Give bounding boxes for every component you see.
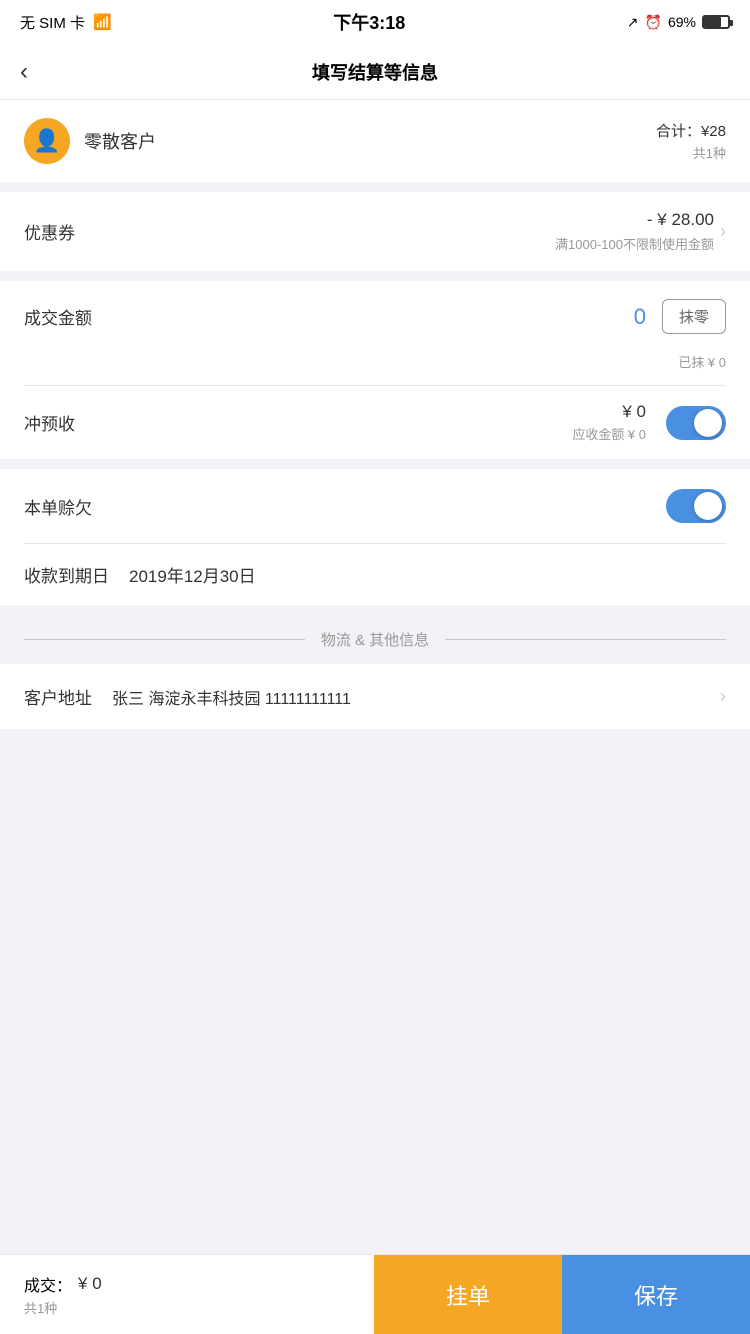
total-label: 合计：¥28 bbox=[656, 120, 726, 141]
deal-amount-value: 0 bbox=[634, 304, 646, 330]
duedate-row: 收款到期日 2019年12月30日 bbox=[0, 544, 750, 605]
debt-row: 本单赊欠 bbox=[0, 469, 750, 543]
time-label: 下午3:18 bbox=[333, 9, 405, 35]
total-count: 共1种 bbox=[656, 143, 726, 162]
logistics-header-text: 物流 & 其他信息 bbox=[321, 629, 429, 650]
pending-button[interactable]: 挂单 bbox=[374, 1255, 562, 1334]
bottom-bar: 成交： ¥ 0 共1种 挂单 保存 bbox=[0, 1254, 750, 1334]
carrier-label: 无 SIM 卡 bbox=[20, 12, 85, 33]
debt-toggle[interactable] bbox=[666, 489, 726, 523]
avatar: 👤 bbox=[24, 118, 70, 164]
customer-summary: 合计：¥28 共1种 bbox=[656, 120, 726, 162]
address-row[interactable]: 客户地址 张三 海淀永丰科技园 11111111111 › bbox=[0, 664, 750, 729]
customer-left: 👤 零散客户 bbox=[24, 118, 156, 164]
address-value: 张三 海淀永丰科技园 11111111111 bbox=[112, 685, 714, 709]
prepay-row: 冲预收 ¥ 0 应收金额 ¥ 0 bbox=[0, 386, 750, 459]
bottom-info: 成交： ¥ 0 共1种 bbox=[0, 1272, 374, 1317]
bottom-deal-row: 成交： ¥ 0 bbox=[24, 1272, 350, 1296]
alarm-icon: ⏰ bbox=[645, 14, 662, 31]
battery-icon bbox=[702, 15, 730, 29]
customer-row: 👤 零散客户 合计：¥28 共1种 bbox=[0, 100, 750, 182]
customer-name: 零散客户 bbox=[84, 128, 156, 154]
deal-amount-label: 成交金额 bbox=[24, 304, 92, 329]
address-label: 客户地址 bbox=[24, 684, 92, 709]
deal-amount-row: 成交金额 0 抹零 bbox=[0, 281, 750, 352]
toggle-knob bbox=[694, 409, 722, 437]
duedate-value: 2019年12月30日 bbox=[129, 562, 256, 587]
prepay-amount: ¥ 0 bbox=[572, 402, 646, 422]
location-icon: ↗ bbox=[627, 14, 639, 31]
duedate-label: 收款到期日 bbox=[24, 562, 109, 587]
address-section: 客户地址 张三 海淀永丰科技园 11111111111 › bbox=[0, 664, 750, 729]
round-zero-button[interactable]: 抹零 bbox=[662, 299, 726, 334]
prepay-label: 冲预收 bbox=[24, 410, 75, 435]
bottom-spacer bbox=[0, 1019, 750, 1099]
debt-section: 本单赊欠 收款到期日 2019年12月30日 bbox=[0, 469, 750, 605]
coupon-section: 优惠券 - ¥ 28.00 满1000-100不限制使用金额 › bbox=[0, 192, 750, 271]
page-title: 填写结算等信息 bbox=[312, 59, 438, 85]
save-button[interactable]: 保存 bbox=[562, 1255, 750, 1334]
status-left: 无 SIM 卡 📶 bbox=[20, 12, 112, 33]
address-chevron-icon: › bbox=[720, 686, 726, 707]
prepay-toggle[interactable] bbox=[666, 406, 726, 440]
battery-label: 69% bbox=[668, 14, 696, 30]
prepay-amount-block: ¥ 0 应收金额 ¥ 0 bbox=[572, 402, 646, 443]
logistics-header: 物流 & 其他信息 bbox=[0, 615, 750, 664]
status-right: ↗ ⏰ 69% bbox=[627, 14, 730, 31]
avatar-icon: 👤 bbox=[33, 128, 60, 154]
coupon-amount: - ¥ 28.00 bbox=[555, 210, 714, 230]
coupon-row[interactable]: 优惠券 - ¥ 28.00 满1000-100不限制使用金额 › bbox=[0, 192, 750, 271]
debt-toggle-knob bbox=[694, 492, 722, 520]
back-button[interactable]: ‹ bbox=[20, 58, 28, 86]
debt-label: 本单赊欠 bbox=[24, 494, 92, 519]
gray-filler bbox=[0, 739, 750, 1019]
deal-sub-text: 已抹 ¥ 0 bbox=[0, 352, 750, 385]
coupon-chevron-icon: › bbox=[720, 221, 726, 242]
coupon-label: 优惠券 bbox=[24, 219, 75, 244]
status-bar: 无 SIM 卡 📶 下午3:18 ↗ ⏰ 69% bbox=[0, 0, 750, 44]
prepay-sub: 应收金额 ¥ 0 bbox=[572, 424, 646, 443]
wifi-icon: 📶 bbox=[93, 13, 112, 31]
customer-section: 👤 零散客户 合计：¥28 共1种 bbox=[0, 100, 750, 182]
bottom-deal-label: 成交： bbox=[24, 1272, 72, 1296]
nav-bar: ‹ 填写结算等信息 bbox=[0, 44, 750, 100]
bottom-deal-amount: ¥ 0 bbox=[78, 1274, 102, 1294]
coupon-info: - ¥ 28.00 满1000-100不限制使用金额 bbox=[555, 210, 714, 253]
coupon-desc: 满1000-100不限制使用金额 bbox=[555, 234, 714, 253]
deal-amount-right: 0 抹零 bbox=[634, 299, 726, 334]
deal-section: 成交金额 0 抹零 已抹 ¥ 0 冲预收 ¥ 0 应收金额 ¥ 0 bbox=[0, 281, 750, 459]
prepay-right: ¥ 0 应收金额 ¥ 0 bbox=[572, 402, 726, 443]
bottom-count-label: 共1种 bbox=[24, 1298, 350, 1317]
